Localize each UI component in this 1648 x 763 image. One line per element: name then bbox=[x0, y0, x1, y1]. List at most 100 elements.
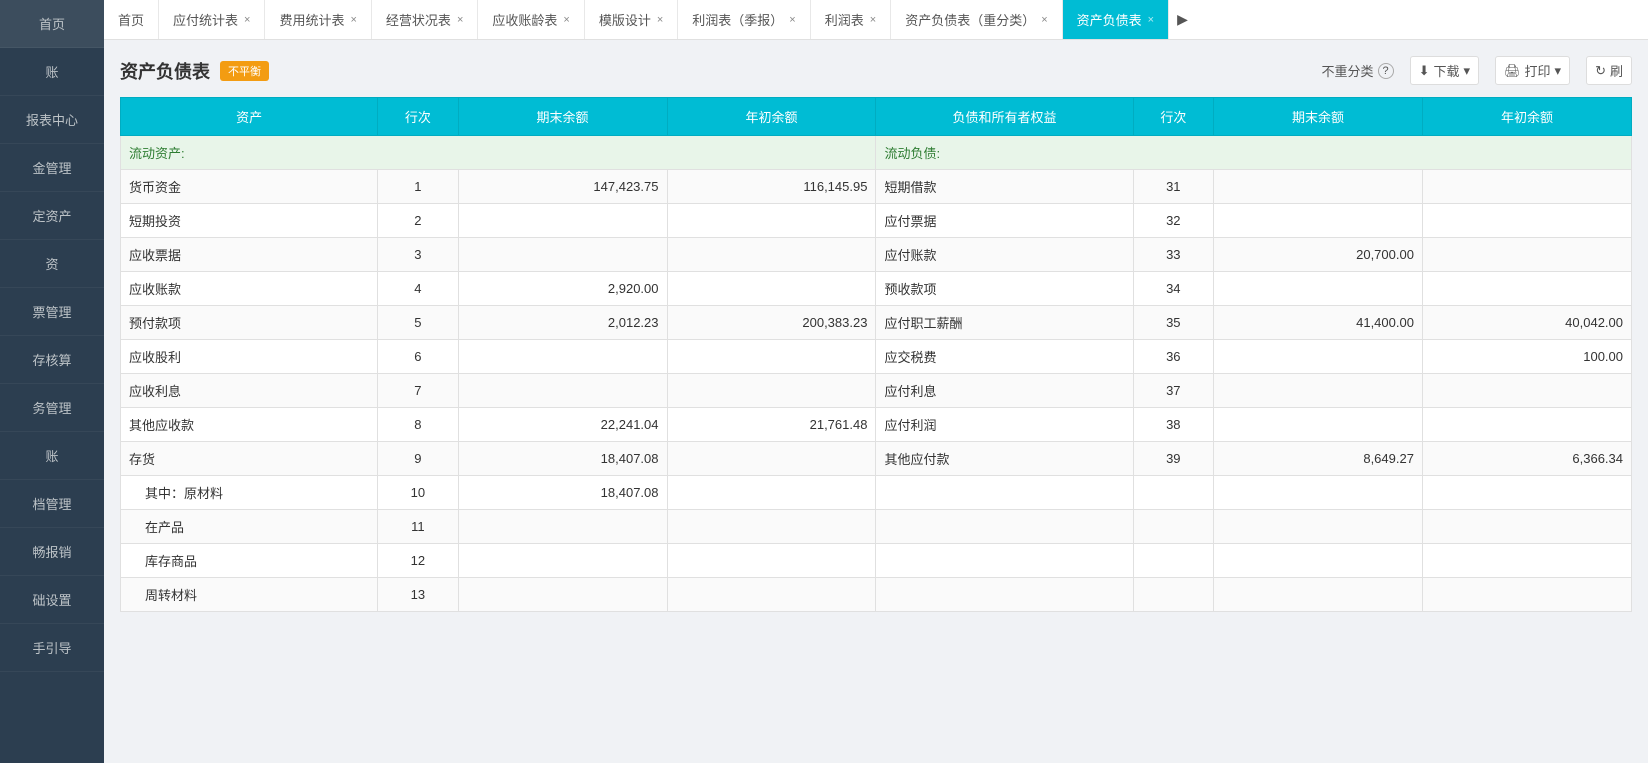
page-title: 资产负债表 bbox=[120, 58, 210, 84]
cell-right-start: 6,366.34 bbox=[1422, 442, 1631, 476]
col-header-asset: 资产 bbox=[121, 98, 378, 136]
main-area: 首页 应付统计表 × 费用统计表 × 经营状况表 × 应收账龄表 × 模版设计 … bbox=[104, 0, 1648, 763]
cell-left-end: 2,012.23 bbox=[458, 306, 667, 340]
tab-operation[interactable]: 经营状况表 × bbox=[372, 0, 478, 40]
cell-right-name: 预收款项 bbox=[876, 272, 1133, 306]
sidebar-item-capital[interactable]: 资 bbox=[0, 240, 104, 288]
col-header-liability: 负债和所有者权益 bbox=[876, 98, 1133, 136]
tab-close-balance-reclassified[interactable]: × bbox=[1041, 14, 1047, 26]
no-category-label: 不重分类 ? bbox=[1322, 61, 1394, 80]
cell-left-name: 存货 bbox=[121, 442, 378, 476]
cell-right-end bbox=[1214, 272, 1423, 306]
sidebar-item-ledger[interactable]: 账 bbox=[0, 48, 104, 96]
col-header-seq-left: 行次 bbox=[378, 98, 458, 136]
tab-receivable-age[interactable]: 应收账龄表 × bbox=[478, 0, 584, 40]
cell-left-start: 116,145.95 bbox=[667, 170, 876, 204]
cell-left-end: 18,407.08 bbox=[458, 442, 667, 476]
cell-right-start bbox=[1422, 204, 1631, 238]
tab-payable-stats[interactable]: 应付统计表 × bbox=[159, 0, 265, 40]
cell-left-name: 其中：原材料 bbox=[121, 476, 378, 510]
tab-scroll-right-icon[interactable]: ▶ bbox=[1169, 11, 1196, 28]
cell-left-end bbox=[458, 544, 667, 578]
tab-close-operation[interactable]: × bbox=[457, 14, 463, 26]
sidebar-item-guide[interactable]: 手引导 bbox=[0, 624, 104, 672]
col-header-start-left: 年初余额 bbox=[667, 98, 876, 136]
cell-left-start bbox=[667, 476, 876, 510]
cell-right-end bbox=[1214, 510, 1423, 544]
sidebar-item-reports[interactable]: 报表中心 bbox=[0, 96, 104, 144]
tab-expense-stats[interactable]: 费用统计表 × bbox=[265, 0, 371, 40]
cell-left-seq: 11 bbox=[378, 510, 458, 544]
cell-right-name bbox=[876, 544, 1133, 578]
cell-left-name: 在产品 bbox=[121, 510, 378, 544]
sidebar-item-account2[interactable]: 账 bbox=[0, 432, 104, 480]
cell-left-start bbox=[667, 238, 876, 272]
tab-close-balance[interactable]: × bbox=[1148, 14, 1154, 26]
cell-left-start bbox=[667, 272, 876, 306]
refresh-button[interactable]: ↻ 刷 bbox=[1586, 56, 1632, 85]
cell-right-seq: 39 bbox=[1133, 442, 1213, 476]
cell-left-end: 147,423.75 bbox=[458, 170, 667, 204]
tab-close-template-design[interactable]: × bbox=[657, 14, 663, 26]
unbalanced-badge: 不平衡 bbox=[220, 61, 269, 81]
cell-right-start bbox=[1422, 238, 1631, 272]
tab-template-design[interactable]: 模版设计 × bbox=[585, 0, 678, 40]
cell-right-seq bbox=[1133, 544, 1213, 578]
col-header-end-left: 期末余额 bbox=[458, 98, 667, 136]
cell-left-seq: 12 bbox=[378, 544, 458, 578]
tab-home[interactable]: 首页 bbox=[104, 0, 159, 40]
cell-left-name: 库存商品 bbox=[121, 544, 378, 578]
cell-right-start bbox=[1422, 272, 1631, 306]
help-icon[interactable]: ? bbox=[1378, 63, 1394, 79]
cell-right-end bbox=[1214, 340, 1423, 374]
cell-left-end bbox=[458, 510, 667, 544]
cell-left-name: 货币资金 bbox=[121, 170, 378, 204]
print-button[interactable]: 🖨 打印 ▾ bbox=[1495, 56, 1570, 85]
cell-left-end bbox=[458, 204, 667, 238]
cell-left-start: 200,383.23 bbox=[667, 306, 876, 340]
tab-profit[interactable]: 利润表 × bbox=[811, 0, 891, 40]
cell-right-seq bbox=[1133, 510, 1213, 544]
tab-profit-quarterly[interactable]: 利润表（季报） × bbox=[678, 0, 810, 40]
sidebar-item-home[interactable]: 首页 bbox=[0, 0, 104, 48]
cell-right-seq: 37 bbox=[1133, 374, 1213, 408]
tab-balance[interactable]: 资产负债表 × bbox=[1063, 0, 1169, 40]
cell-right-seq: 31 bbox=[1133, 170, 1213, 204]
download-icon: ⬇ bbox=[1419, 63, 1430, 79]
sidebar-item-invoice[interactable]: 票管理 bbox=[0, 288, 104, 336]
cell-left-end: 22,241.04 bbox=[458, 408, 667, 442]
cell-right-start bbox=[1422, 408, 1631, 442]
section-label-left: 流动资产: bbox=[121, 136, 876, 170]
tab-balance-reclassified[interactable]: 资产负债表（重分类） × bbox=[891, 0, 1062, 40]
cell-left-name: 应收利息 bbox=[121, 374, 378, 408]
sidebar-item-expense[interactable]: 畅报销 bbox=[0, 528, 104, 576]
tab-close-payable-stats[interactable]: × bbox=[244, 14, 250, 26]
sidebar-item-inventory[interactable]: 存核算 bbox=[0, 336, 104, 384]
cell-right-end bbox=[1214, 578, 1423, 612]
cell-left-end: 2,920.00 bbox=[458, 272, 667, 306]
cell-left-end: 18,407.08 bbox=[458, 476, 667, 510]
tab-close-profit-quarterly[interactable]: × bbox=[789, 14, 795, 26]
sidebar-item-fixedassets[interactable]: 定资产 bbox=[0, 192, 104, 240]
cell-left-name: 应收票据 bbox=[121, 238, 378, 272]
cell-left-start bbox=[667, 578, 876, 612]
page-title-area: 资产负债表 不平衡 bbox=[120, 58, 269, 84]
tab-close-profit[interactable]: × bbox=[870, 14, 876, 26]
cell-left-end bbox=[458, 578, 667, 612]
sidebar-item-affairs[interactable]: 务管理 bbox=[0, 384, 104, 432]
cell-right-start bbox=[1422, 544, 1631, 578]
tab-close-expense-stats[interactable]: × bbox=[350, 14, 356, 26]
cell-right-seq: 32 bbox=[1133, 204, 1213, 238]
cell-right-seq: 34 bbox=[1133, 272, 1213, 306]
tab-close-receivable-age[interactable]: × bbox=[563, 14, 569, 26]
sidebar-item-cashmanage[interactable]: 金管理 bbox=[0, 144, 104, 192]
cell-left-name: 其他应收款 bbox=[121, 408, 378, 442]
sidebar-item-settings[interactable]: 础设置 bbox=[0, 576, 104, 624]
print-icon: 🖨 bbox=[1504, 63, 1521, 79]
toolbar-right: 不重分类 ? ⬇ 下载 ▾ 🖨 打印 ▾ ↻ 刷 bbox=[1322, 56, 1632, 85]
cell-left-seq: 7 bbox=[378, 374, 458, 408]
cell-right-name bbox=[876, 476, 1133, 510]
download-button[interactable]: ⬇ 下载 ▾ bbox=[1410, 56, 1479, 85]
cell-right-start bbox=[1422, 170, 1631, 204]
sidebar-item-archive[interactable]: 档管理 bbox=[0, 480, 104, 528]
